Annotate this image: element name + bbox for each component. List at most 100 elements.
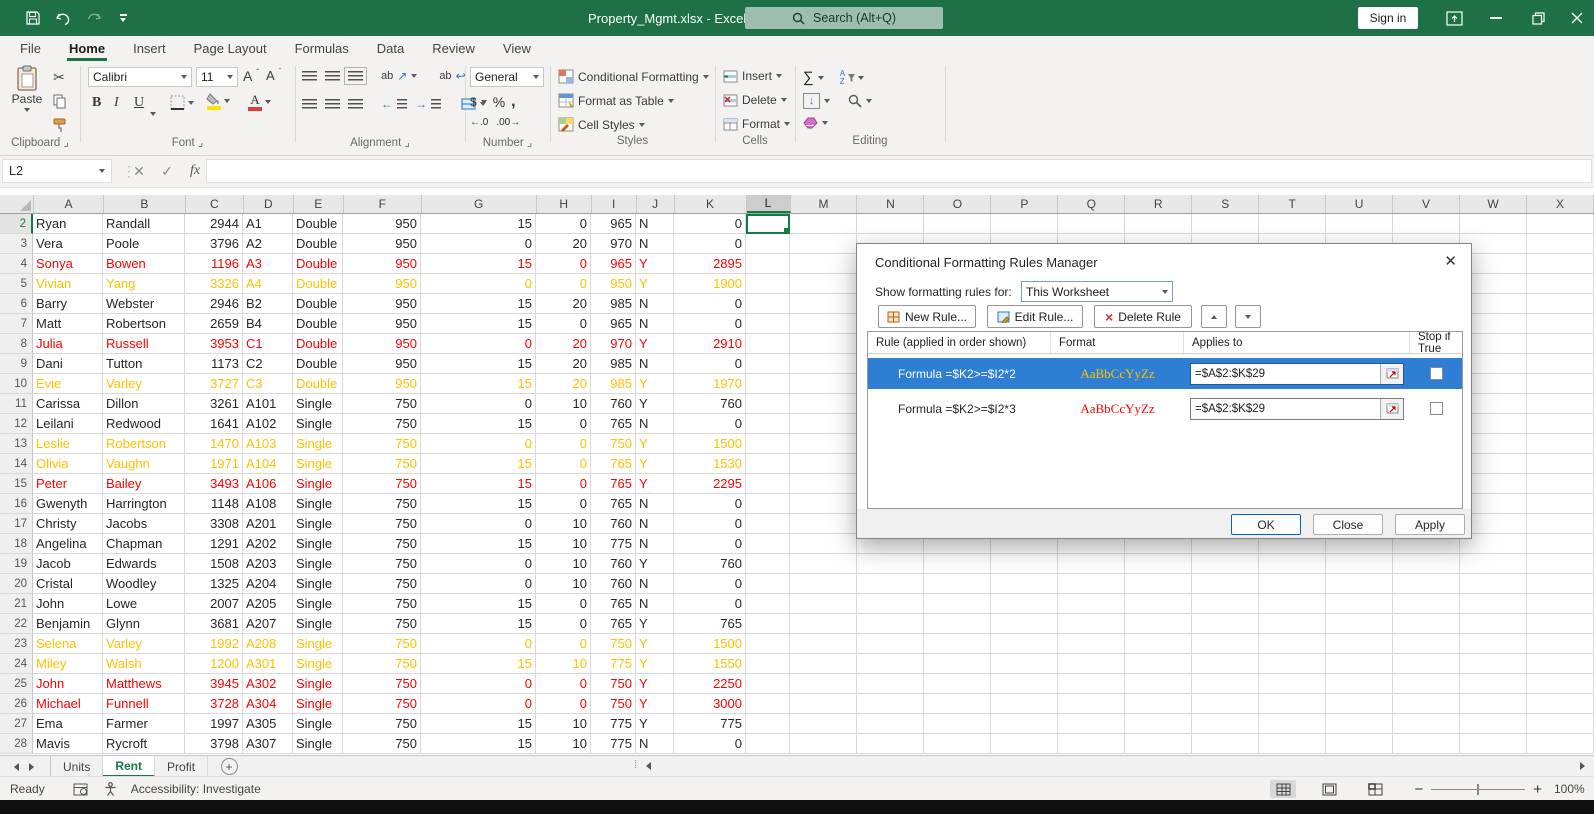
cell-N21[interactable]: [857, 594, 924, 614]
cell-L7[interactable]: [746, 314, 790, 334]
cell-L20[interactable]: [746, 574, 790, 594]
cell-J16[interactable]: N: [636, 494, 674, 514]
cell-U20[interactable]: [1326, 574, 1393, 594]
applies-to-field[interactable]: [1190, 362, 1404, 385]
column-header-Q[interactable]: Q: [1058, 195, 1126, 213]
cell-Q25[interactable]: [1058, 674, 1125, 694]
cell-D26[interactable]: A304: [243, 694, 293, 714]
cell-G2[interactable]: 15: [421, 214, 536, 234]
fill-color-icon[interactable]: [206, 93, 230, 110]
cell-N19[interactable]: [857, 554, 924, 574]
cell-J21[interactable]: N: [636, 594, 674, 614]
cell-L26[interactable]: [746, 694, 790, 714]
cell-D19[interactable]: A203: [243, 554, 293, 574]
normal-view-icon[interactable]: [1270, 780, 1297, 798]
cell-Q21[interactable]: [1058, 594, 1125, 614]
cell-R28[interactable]: [1125, 734, 1192, 754]
tab-file[interactable]: File: [6, 37, 55, 61]
row-header-24[interactable]: 24: [0, 654, 33, 674]
cell-H18[interactable]: 10: [536, 534, 591, 554]
cell-R24[interactable]: [1125, 654, 1192, 674]
apply-button[interactable]: Apply: [1395, 514, 1465, 535]
cell-N20[interactable]: [857, 574, 924, 594]
cell-V27[interactable]: [1393, 714, 1460, 734]
cell-L23[interactable]: [746, 634, 790, 654]
cell-K9[interactable]: 0: [674, 354, 746, 374]
cell-P21[interactable]: [991, 594, 1058, 614]
column-header-L[interactable]: L: [746, 195, 791, 213]
column-header-K[interactable]: K: [675, 195, 747, 213]
column-header-C[interactable]: C: [186, 195, 244, 213]
cell-I19[interactable]: 760: [591, 554, 636, 574]
cell-C20[interactable]: 1325: [185, 574, 243, 594]
cell-T26[interactable]: [1259, 694, 1326, 714]
ok-button[interactable]: OK: [1231, 514, 1301, 535]
cell-S24[interactable]: [1192, 654, 1259, 674]
cell-H22[interactable]: 0: [536, 614, 591, 634]
row-header-2[interactable]: 2: [0, 214, 33, 234]
cell-T19[interactable]: [1259, 554, 1326, 574]
cell-M4[interactable]: [790, 254, 857, 274]
cell-X6[interactable]: [1527, 294, 1594, 314]
row-header-13[interactable]: 13: [0, 434, 33, 454]
cell-P20[interactable]: [991, 574, 1058, 594]
cell-L28[interactable]: [746, 734, 790, 754]
cell-P26[interactable]: [991, 694, 1058, 714]
column-header-O[interactable]: O: [924, 195, 992, 213]
cell-B15[interactable]: Bailey: [103, 474, 185, 494]
cell-G7[interactable]: 15: [421, 314, 536, 334]
cell-J15[interactable]: Y: [636, 474, 674, 494]
cell-B25[interactable]: Matthews: [103, 674, 185, 694]
cell-M17[interactable]: [790, 514, 857, 534]
cell-B17[interactable]: Jacobs: [103, 514, 185, 534]
cell-B9[interactable]: Tutton: [103, 354, 185, 374]
cell-Q27[interactable]: [1058, 714, 1125, 734]
column-header-U[interactable]: U: [1326, 195, 1394, 213]
underline-icon[interactable]: U: [134, 95, 144, 111]
font-color-icon[interactable]: A: [248, 93, 271, 111]
cell-U23[interactable]: [1326, 634, 1393, 654]
move-rule-up-button[interactable]: [1201, 305, 1227, 328]
zoom-slider[interactable]: [1431, 783, 1526, 795]
cell-F10[interactable]: 950: [343, 374, 421, 394]
cell-B7[interactable]: Robertson: [103, 314, 185, 334]
cell-G25[interactable]: 0: [421, 674, 536, 694]
cell-W20[interactable]: [1460, 574, 1527, 594]
cell-E28[interactable]: Single: [293, 734, 343, 754]
restore-button[interactable]: [1518, 0, 1558, 36]
cell-U26[interactable]: [1326, 694, 1393, 714]
cell-H28[interactable]: 10: [536, 734, 591, 754]
cell-I14[interactable]: 765: [591, 454, 636, 474]
cell-X4[interactable]: [1527, 254, 1594, 274]
cell-X11[interactable]: [1527, 394, 1594, 414]
cell-P22[interactable]: [991, 614, 1058, 634]
cell-E22[interactable]: Single: [293, 614, 343, 634]
cell-B4[interactable]: Bowen: [103, 254, 185, 274]
cell-H4[interactable]: 0: [536, 254, 591, 274]
cell-J7[interactable]: N: [636, 314, 674, 334]
cell-B14[interactable]: Vaughn: [103, 454, 185, 474]
bold-icon[interactable]: B: [92, 95, 101, 111]
cell-X10[interactable]: [1527, 374, 1594, 394]
cell-D17[interactable]: A201: [243, 514, 293, 534]
cell-K2[interactable]: 0: [674, 214, 746, 234]
cell-D24[interactable]: A301: [243, 654, 293, 674]
cell-A21[interactable]: John: [33, 594, 103, 614]
cell-A3[interactable]: Vera: [33, 234, 103, 254]
cell-H9[interactable]: 20: [536, 354, 591, 374]
cell-A7[interactable]: Matt: [33, 314, 103, 334]
cell-X22[interactable]: [1527, 614, 1594, 634]
prev-sheet-icon[interactable]: [14, 762, 19, 771]
cell-P23[interactable]: [991, 634, 1058, 654]
cell-J10[interactable]: Y: [636, 374, 674, 394]
cell-I8[interactable]: 970: [591, 334, 636, 354]
cell-U28[interactable]: [1326, 734, 1393, 754]
cell-A14[interactable]: Olivia: [33, 454, 103, 474]
cell-K17[interactable]: 0: [674, 514, 746, 534]
cell-J6[interactable]: N: [636, 294, 674, 314]
cell-R20[interactable]: [1125, 574, 1192, 594]
cell-J3[interactable]: N: [636, 234, 674, 254]
applies-to-input[interactable]: [1191, 367, 1380, 380]
cell-C2[interactable]: 2944: [185, 214, 243, 234]
cell-G19[interactable]: 0: [421, 554, 536, 574]
